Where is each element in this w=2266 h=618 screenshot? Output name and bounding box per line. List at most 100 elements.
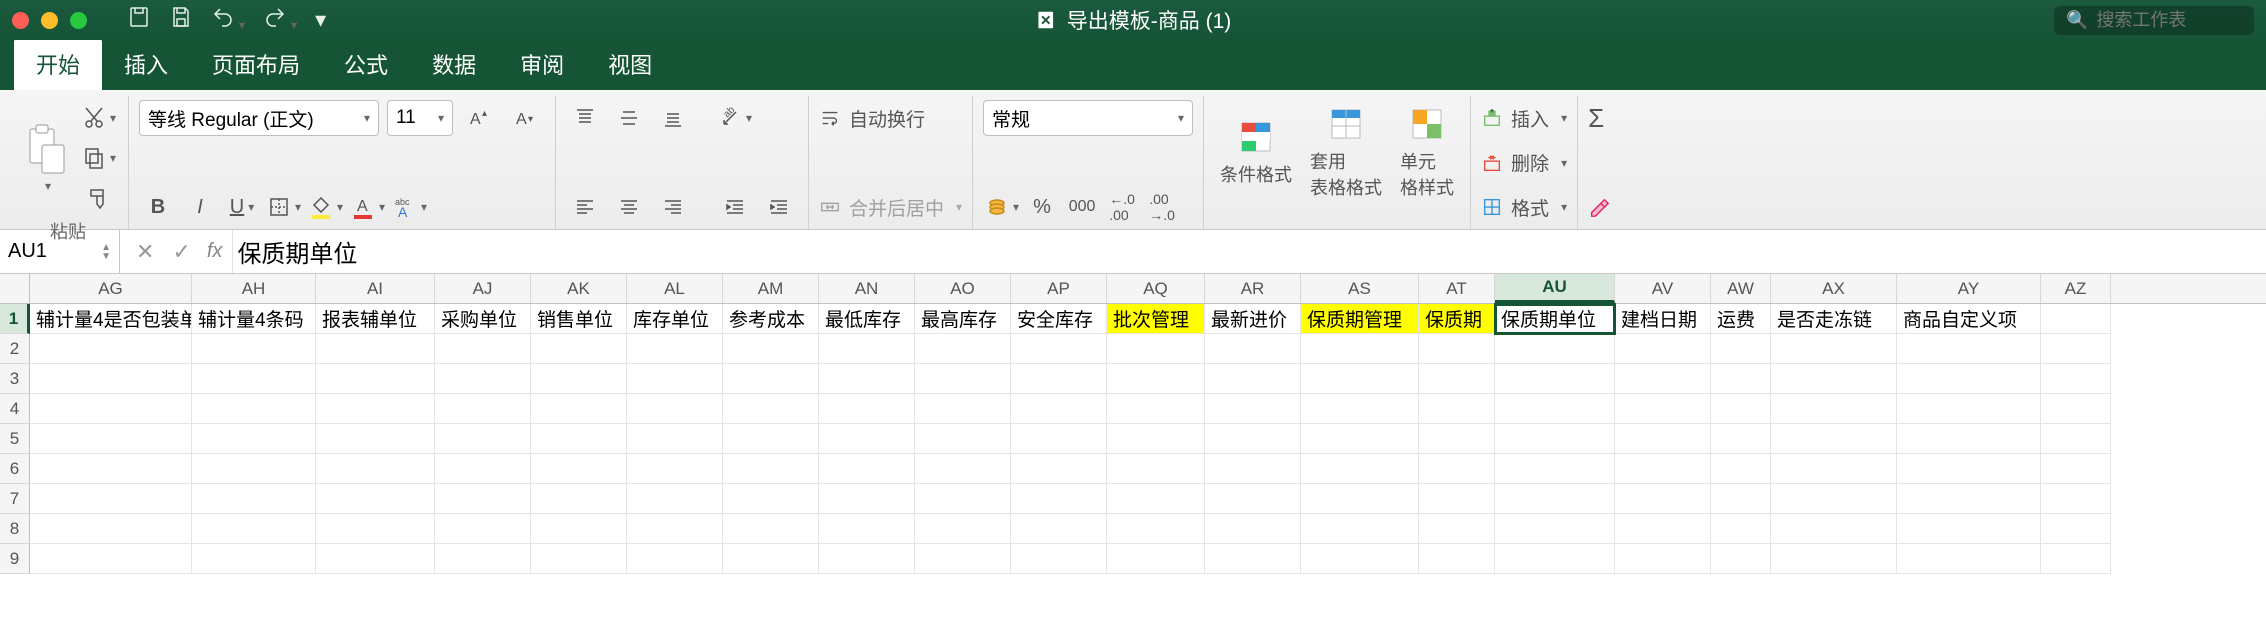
cell-AU7[interactable] [1495, 484, 1615, 514]
search-input[interactable] [2096, 10, 2236, 31]
cell-AL8[interactable] [627, 514, 723, 544]
cell-AH1[interactable]: 辅计量4条码 [192, 304, 316, 334]
cell-AV1[interactable]: 建档日期 [1615, 304, 1711, 334]
cell-AY1[interactable]: 商品自定义项 [1897, 304, 2041, 334]
cell-AX3[interactable] [1771, 364, 1897, 394]
close-window-button[interactable] [12, 12, 29, 29]
cell-AK3[interactable] [531, 364, 627, 394]
cell-AV9[interactable] [1615, 544, 1711, 574]
cell-AN4[interactable] [819, 394, 915, 424]
cell-AX2[interactable] [1771, 334, 1897, 364]
cell-AN8[interactable] [819, 514, 915, 544]
format-painter-button[interactable] [80, 180, 118, 216]
cell-AU8[interactable] [1495, 514, 1615, 544]
cell-AV3[interactable] [1615, 364, 1711, 394]
cell-AT2[interactable] [1419, 334, 1495, 364]
column-header-AK[interactable]: AK [531, 274, 627, 303]
tab-layout[interactable]: 页面布局 [190, 38, 322, 90]
currency-button[interactable]: ▾ [983, 189, 1021, 225]
cell-AJ3[interactable] [435, 364, 531, 394]
cell-AN3[interactable] [819, 364, 915, 394]
cell-AR4[interactable] [1205, 394, 1301, 424]
cell-AN7[interactable] [819, 484, 915, 514]
name-box-stepper-icon[interactable]: ▲▼ [101, 243, 111, 261]
cell-AW3[interactable] [1711, 364, 1771, 394]
cell-AR7[interactable] [1205, 484, 1301, 514]
percent-button[interactable]: % [1023, 189, 1061, 225]
autosum-button[interactable]: Σ [1588, 100, 1610, 136]
comma-button[interactable]: 000 [1063, 189, 1101, 225]
spreadsheet-grid[interactable]: AGAHAIAJAKALAMANAOAPAQARASATAUAVAWAXAYAZ… [0, 274, 2266, 574]
cell-AW8[interactable] [1711, 514, 1771, 544]
cell-AL1[interactable]: 库存单位 [627, 304, 723, 334]
format-cells-button[interactable]: 格式▾ [1481, 189, 1567, 225]
cell-AR2[interactable] [1205, 334, 1301, 364]
cell-AQ3[interactable] [1107, 364, 1205, 394]
align-bottom-button[interactable] [654, 100, 692, 136]
cell-AG2[interactable] [30, 334, 192, 364]
cell-AI5[interactable] [316, 424, 435, 454]
cell-AK5[interactable] [531, 424, 627, 454]
cell-AV8[interactable] [1615, 514, 1711, 544]
cell-AL7[interactable] [627, 484, 723, 514]
column-header-AI[interactable]: AI [316, 274, 435, 303]
cell-AK6[interactable] [531, 454, 627, 484]
delete-cells-button[interactable]: 删除▾ [1481, 145, 1567, 181]
cell-AJ9[interactable] [435, 544, 531, 574]
cell-AY6[interactable] [1897, 454, 2041, 484]
cell-AT5[interactable] [1419, 424, 1495, 454]
font-size-select[interactable]: 11▾ [387, 100, 453, 136]
conditional-format-button[interactable]: 条件格式 [1214, 113, 1298, 191]
undo-icon[interactable]: ▾ [211, 5, 245, 35]
row-header-7[interactable]: 7 [0, 484, 30, 514]
save-icon[interactable] [169, 5, 193, 35]
tab-home[interactable]: 开始 [14, 38, 102, 90]
cell-AT6[interactable] [1419, 454, 1495, 484]
cell-AX1[interactable]: 是否走冻链 [1771, 304, 1897, 334]
cell-AQ7[interactable] [1107, 484, 1205, 514]
cell-AK2[interactable] [531, 334, 627, 364]
cell-AO5[interactable] [915, 424, 1011, 454]
increase-font-button[interactable]: A▴ [461, 100, 499, 136]
cell-AM5[interactable] [723, 424, 819, 454]
cell-AQ2[interactable] [1107, 334, 1205, 364]
cell-AN1[interactable]: 最低库存 [819, 304, 915, 334]
cell-AM1[interactable]: 参考成本 [723, 304, 819, 334]
cell-AR6[interactable] [1205, 454, 1301, 484]
cell-AP8[interactable] [1011, 514, 1107, 544]
cell-AM4[interactable] [723, 394, 819, 424]
cell-AT1[interactable]: 保质期 [1419, 304, 1495, 334]
cell-AI1[interactable]: 报表辅单位 [316, 304, 435, 334]
cell-AJ2[interactable] [435, 334, 531, 364]
tab-view[interactable]: 视图 [586, 38, 674, 90]
cell-AH7[interactable] [192, 484, 316, 514]
cell-AR9[interactable] [1205, 544, 1301, 574]
cell-AO3[interactable] [915, 364, 1011, 394]
column-header-AV[interactable]: AV [1615, 274, 1711, 303]
minimize-window-button[interactable] [41, 12, 58, 29]
row-header-9[interactable]: 9 [0, 544, 30, 574]
cell-AT7[interactable] [1419, 484, 1495, 514]
column-header-AM[interactable]: AM [723, 274, 819, 303]
font-name-select[interactable]: 等线 Regular (正文)▾ [139, 100, 379, 136]
cell-AV6[interactable] [1615, 454, 1711, 484]
cell-AS7[interactable] [1301, 484, 1419, 514]
tab-insert[interactable]: 插入 [102, 38, 190, 90]
cell-AM7[interactable] [723, 484, 819, 514]
cell-AW4[interactable] [1711, 394, 1771, 424]
cell-AG5[interactable] [30, 424, 192, 454]
decrease-indent-button[interactable] [716, 189, 754, 225]
bold-button[interactable]: B [139, 189, 177, 225]
cell-AN5[interactable] [819, 424, 915, 454]
cell-AV5[interactable] [1615, 424, 1711, 454]
cell-AG6[interactable] [30, 454, 192, 484]
cell-AU9[interactable] [1495, 544, 1615, 574]
align-right-button[interactable] [654, 189, 692, 225]
merge-center-button[interactable]: 合并后居中▾ [819, 189, 962, 225]
cell-AP4[interactable] [1011, 394, 1107, 424]
phonetic-button[interactable]: abcA▾ [391, 189, 429, 225]
column-header-AR[interactable]: AR [1205, 274, 1301, 303]
cell-AO8[interactable] [915, 514, 1011, 544]
cell-AK7[interactable] [531, 484, 627, 514]
cell-AL5[interactable] [627, 424, 723, 454]
